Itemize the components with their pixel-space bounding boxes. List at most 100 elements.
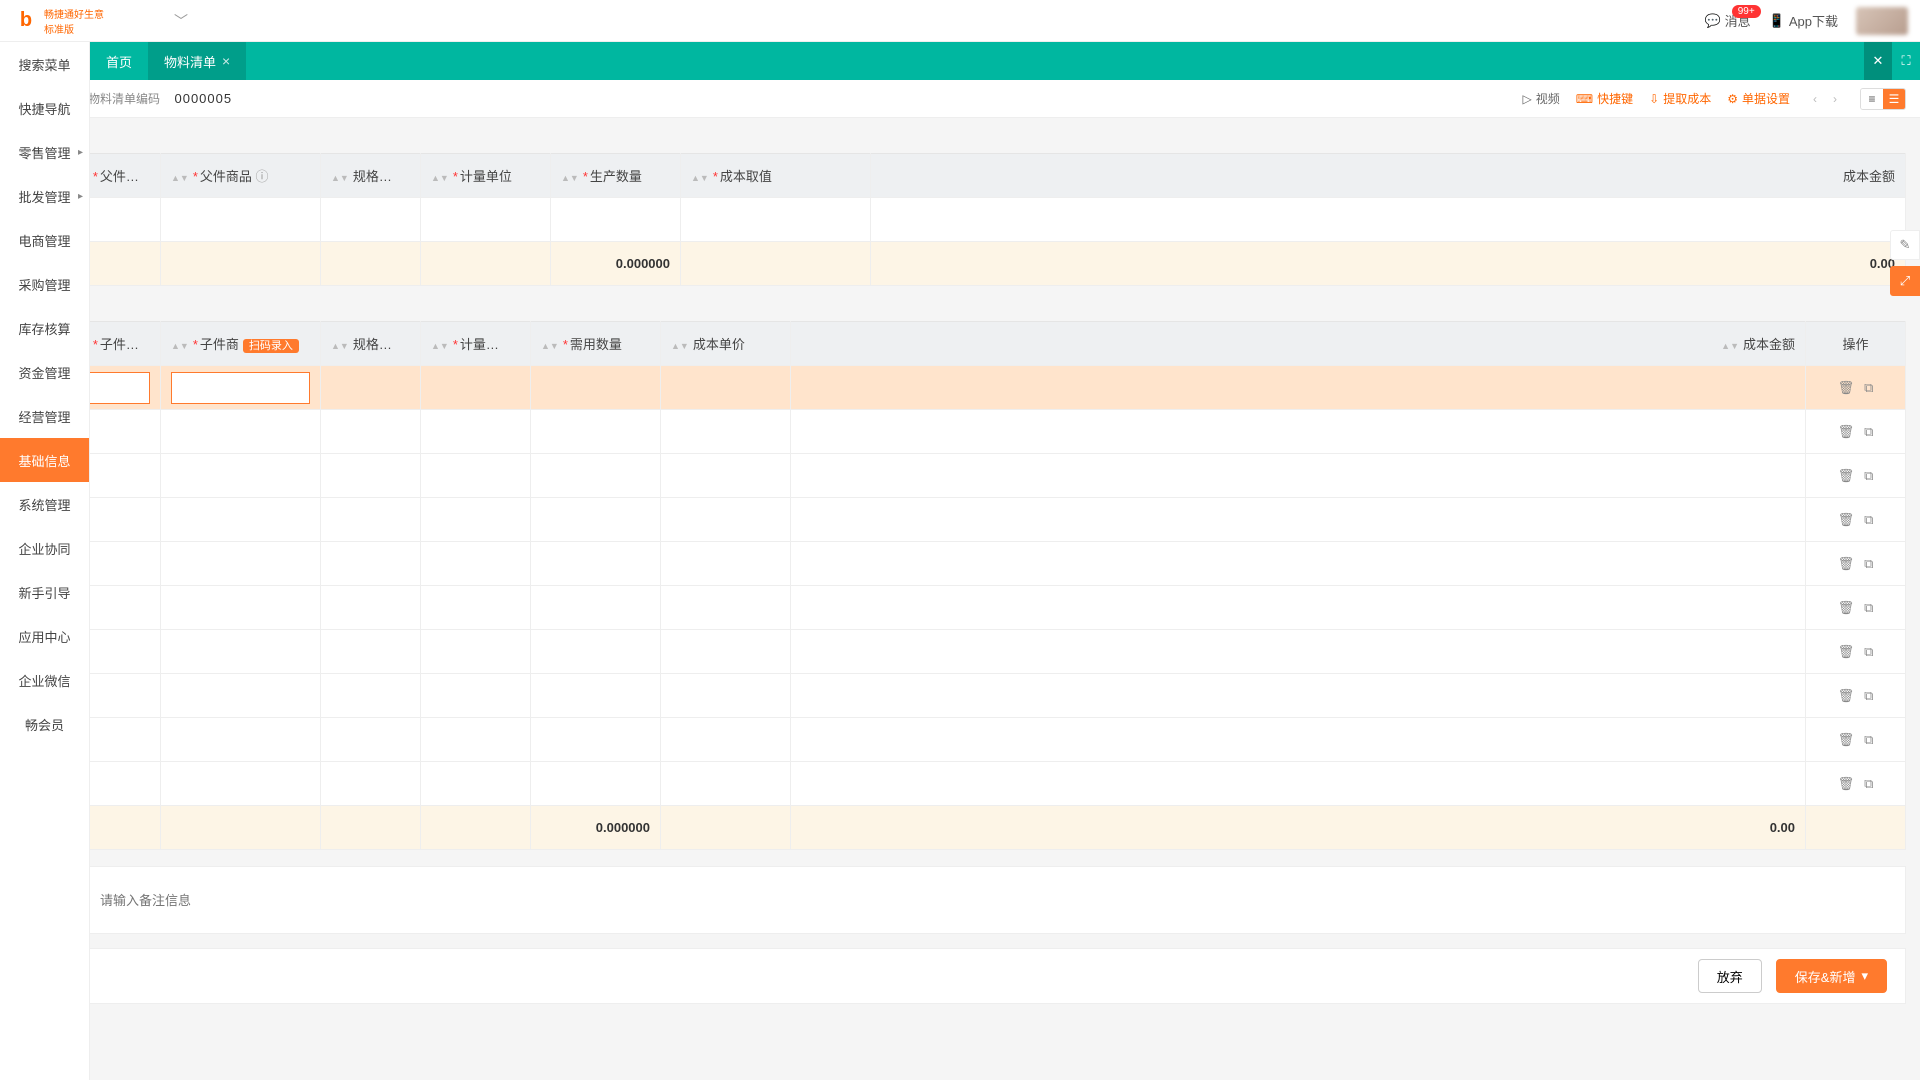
table-row[interactable]: 2🗑⧉	[15, 410, 1906, 454]
copy-icon[interactable]: ⧉	[1864, 600, 1873, 616]
avatar[interactable]	[1856, 7, 1908, 35]
sidebar-item-5[interactable]: 采购管理	[0, 262, 89, 306]
discard-button[interactable]: 放弃	[1698, 959, 1762, 993]
table-row[interactable]: 4🗑⧉	[15, 498, 1906, 542]
delete-icon[interactable]: 🗑	[1838, 600, 1855, 616]
sidebar-item-label: 基础信息	[18, 451, 70, 470]
copy-icon[interactable]: ⧉	[1864, 512, 1873, 528]
fullscreen-icon[interactable]: ⛶	[1892, 42, 1920, 80]
child-product-input[interactable]	[171, 372, 310, 404]
extract-cost-link[interactable]: ⇩提取成本	[1649, 90, 1711, 107]
close-icon[interactable]: ×	[222, 53, 230, 69]
sidebar-item-3[interactable]: 批发管理▸	[0, 174, 89, 218]
copy-icon[interactable]: ⧉	[1864, 424, 1873, 440]
view-list[interactable]: ≡	[1861, 89, 1883, 109]
sort-icon[interactable]: ▲▼	[671, 343, 689, 349]
view-form[interactable]: ☰	[1883, 89, 1905, 109]
sidebar-item-11[interactable]: 企业协同	[0, 526, 89, 570]
sidebar-item-0[interactable]: 搜索菜单	[0, 42, 89, 86]
child-col-7[interactable]: 操作	[1806, 322, 1906, 366]
delete-icon[interactable]: 🗑	[1838, 424, 1855, 440]
sidebar-item-14[interactable]: 企业微信	[0, 658, 89, 702]
child-col-3[interactable]: ▲▼计量…	[421, 322, 531, 366]
parent-col-1[interactable]: ▲▼父件商品 ⓘ	[161, 154, 321, 198]
table-row[interactable]: 10🗑⧉	[15, 762, 1906, 806]
sidebar-item-1[interactable]: 快捷导航	[0, 86, 89, 130]
sidebar-item-label: 库存核算	[18, 319, 70, 338]
delete-icon[interactable]: 🗑	[1838, 688, 1855, 704]
sidebar-item-10[interactable]: 系统管理	[0, 482, 89, 526]
delete-icon[interactable]: 🗑	[1838, 556, 1855, 572]
delete-icon[interactable]: 🗑	[1838, 468, 1855, 484]
child-col-5[interactable]: ▲▼成本单价	[661, 322, 791, 366]
sidebar-item-4[interactable]: 电商管理	[0, 218, 89, 262]
parent-col-4[interactable]: ▲▼生产数量	[551, 154, 681, 198]
copy-icon[interactable]: ⧉	[1864, 468, 1873, 484]
video-link[interactable]: ▷视频	[1523, 90, 1560, 107]
table-row[interactable]: 7🗑⧉	[15, 630, 1906, 674]
parent-col-6[interactable]: 成本金额	[871, 154, 1906, 198]
sidebar-item-9[interactable]: 基础信息	[0, 438, 89, 482]
sidebar-item-8[interactable]: 经营管理	[0, 394, 89, 438]
copy-icon[interactable]: ⧉	[1864, 556, 1873, 572]
sort-icon[interactable]: ▲▼	[331, 343, 349, 349]
sort-icon[interactable]: ▲▼	[171, 343, 189, 349]
sort-icon[interactable]: ▲▼	[331, 175, 349, 181]
table-row[interactable]: 1	[15, 198, 1906, 242]
delete-icon[interactable]: 🗑	[1838, 732, 1855, 748]
sidebar-item-13[interactable]: 应用中心	[0, 614, 89, 658]
table-row[interactable]: 5🗑⧉	[15, 542, 1906, 586]
pager-next[interactable]: ›	[1826, 92, 1844, 106]
copy-icon[interactable]: ⧉	[1864, 776, 1873, 792]
copy-icon[interactable]: ⧉	[1864, 688, 1873, 704]
tab-home[interactable]: 首页	[90, 42, 148, 80]
sort-icon[interactable]: ▲▼	[561, 175, 579, 181]
app-download-link[interactable]: 📱 App下载	[1769, 11, 1838, 30]
pager-prev[interactable]: ‹	[1806, 92, 1824, 106]
copy-icon[interactable]: ⧉	[1864, 380, 1873, 396]
delete-icon[interactable]: 🗑	[1838, 512, 1855, 528]
sort-icon[interactable]: ▲▼	[541, 343, 559, 349]
scan-badge[interactable]: 扫码录入	[243, 339, 299, 353]
table-row[interactable]: +🗑⧉	[15, 366, 1906, 410]
sort-icon[interactable]: ▲▼	[431, 175, 449, 181]
tabs-close-all[interactable]: ✕	[1864, 42, 1892, 80]
child-col-4[interactable]: ▲▼需用数量	[531, 322, 661, 366]
sort-icon[interactable]: ▲▼	[431, 343, 449, 349]
save-and-new-button[interactable]: 保存&新增 ▾	[1776, 959, 1887, 993]
table-row[interactable]: 9🗑⧉	[15, 718, 1906, 762]
table-row[interactable]: 8🗑⧉	[15, 674, 1906, 718]
sort-icon[interactable]: ▲▼	[691, 175, 709, 181]
messages-link[interactable]: 💬 消息 99+	[1704, 11, 1750, 30]
edit-rail-button[interactable]: ✎	[1890, 230, 1920, 260]
table-row[interactable]: 3🗑⧉	[15, 454, 1906, 498]
delete-icon[interactable]: 🗑	[1838, 776, 1855, 792]
sidebar-item-2[interactable]: 零售管理▸	[0, 130, 89, 174]
sort-icon[interactable]: ▲▼	[1721, 343, 1739, 349]
parent-col-2[interactable]: ▲▼规格…	[321, 154, 421, 198]
remark-input[interactable]	[85, 867, 1905, 933]
table-row[interactable]: 6🗑⧉	[15, 586, 1906, 630]
parent-col-5[interactable]: ▲▼成本取值	[681, 154, 871, 198]
delete-icon[interactable]: 🗑	[1838, 644, 1855, 660]
tab-bom[interactable]: 物料清单 ×	[148, 42, 246, 80]
parent-col-3[interactable]: ▲▼计量单位	[421, 154, 551, 198]
expand-rail-button[interactable]: ⤢	[1890, 266, 1920, 296]
copy-icon[interactable]: ⧉	[1864, 732, 1873, 748]
delete-icon[interactable]: 🗑	[1838, 380, 1855, 396]
child-qty-subtotal: 0.000000	[531, 806, 661, 850]
sidebar-item-15[interactable]: 畅会员	[0, 702, 89, 746]
hotkey-link[interactable]: ⌨快捷键	[1576, 90, 1633, 107]
sidebar-item-7[interactable]: 资金管理	[0, 350, 89, 394]
org-dropdown[interactable]: ﹀	[174, 11, 188, 31]
sidebar-item-6[interactable]: 库存核算	[0, 306, 89, 350]
copy-icon[interactable]: ⧉	[1864, 644, 1873, 660]
help-icon[interactable]: ⓘ	[256, 169, 269, 184]
sort-icon[interactable]: ▲▼	[171, 175, 189, 181]
doc-setting-link[interactable]: ⚙单据设置	[1727, 90, 1790, 107]
child-col-6[interactable]: ▲▼成本金额	[791, 322, 1806, 366]
child-col-2[interactable]: ▲▼规格…	[321, 322, 421, 366]
child-col-1[interactable]: ▲▼子件商扫码录入	[161, 322, 321, 366]
sidebar-item-12[interactable]: 新手引导	[0, 570, 89, 614]
code-label: 物料清单编码	[88, 92, 160, 106]
